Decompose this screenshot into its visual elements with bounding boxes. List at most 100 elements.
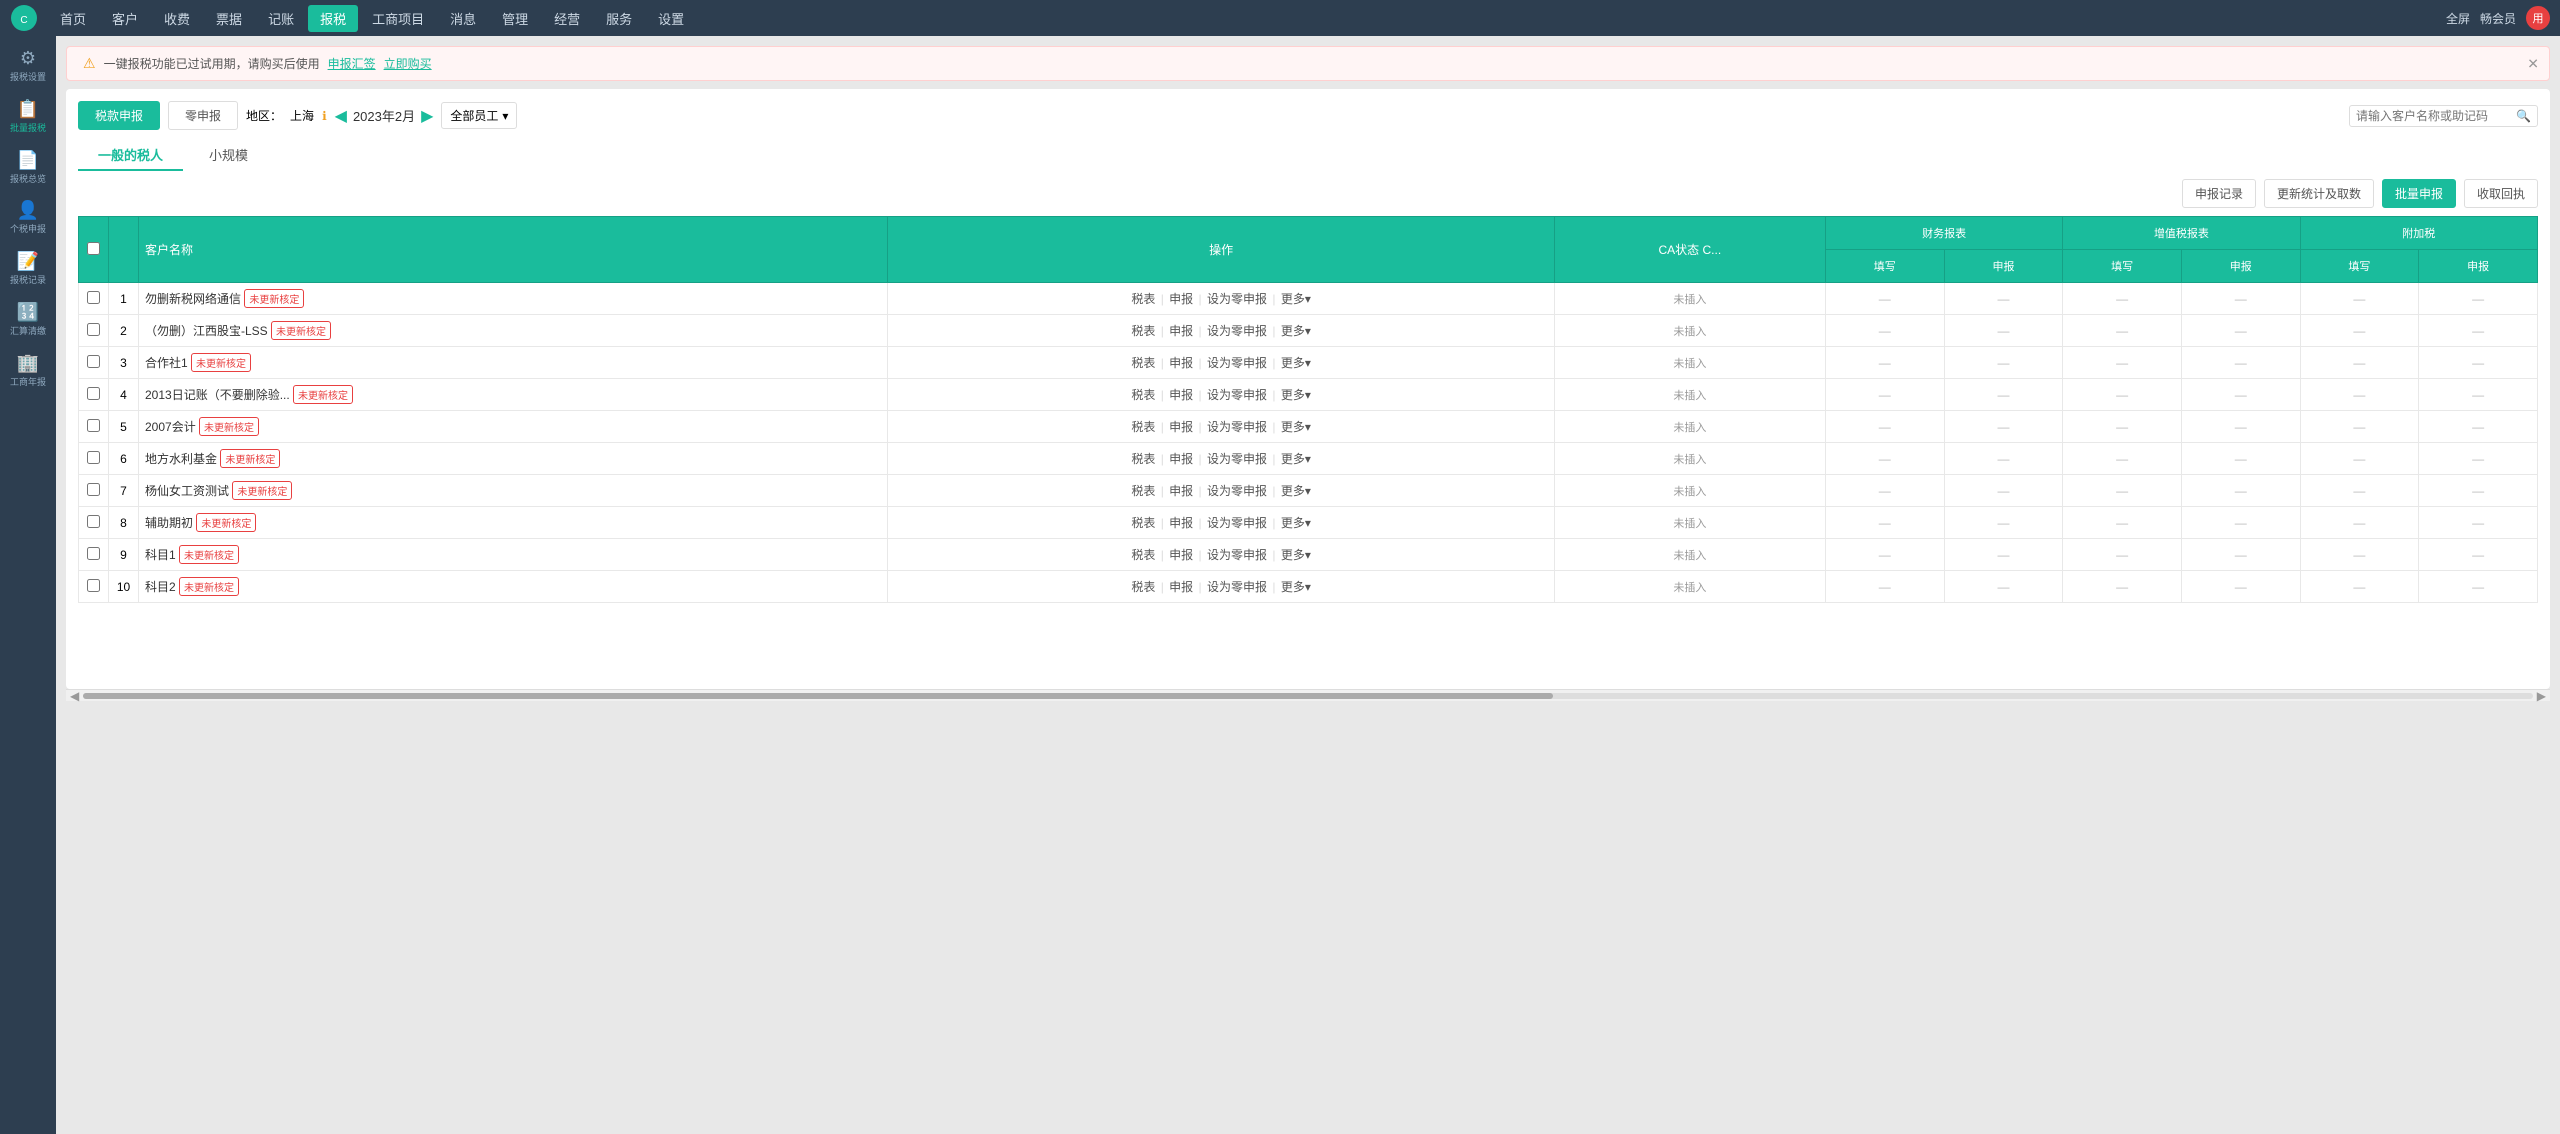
nav-message[interactable]: 消息 (438, 5, 488, 32)
search-input[interactable] (2356, 109, 2516, 123)
prev-month-button[interactable]: ◀ (335, 106, 347, 126)
nav-business[interactable]: 工商项目 (360, 5, 436, 32)
nav-tax[interactable]: 报税 (308, 5, 358, 32)
row-checkbox-2[interactable] (87, 355, 100, 368)
region-label: 地区： (246, 107, 282, 124)
nav-management[interactable]: 管理 (490, 5, 540, 32)
op-declare-7[interactable]: 申报 (1169, 516, 1193, 530)
op-more-6[interactable]: 更多▾ (1281, 484, 1311, 498)
op-more-0[interactable]: 更多▾ (1281, 292, 1311, 306)
nav-service[interactable]: 服务 (594, 5, 644, 32)
op-zero-5[interactable]: 设为零申报 (1207, 452, 1267, 466)
staff-selector[interactable]: 全部员工 ▾ (441, 102, 517, 129)
row-checkbox-0[interactable] (87, 291, 100, 304)
nav-invoice[interactable]: 票据 (204, 5, 254, 32)
scroll-left-icon[interactable]: ◀ (70, 689, 79, 703)
sign-link[interactable]: 申报汇签 (328, 55, 376, 72)
op-more-2[interactable]: 更多▾ (1281, 356, 1311, 370)
nav-billing[interactable]: 收费 (152, 5, 202, 32)
op-zero-9[interactable]: 设为零申报 (1207, 580, 1267, 594)
next-month-button[interactable]: ▶ (421, 106, 433, 126)
op-zero-3[interactable]: 设为零申报 (1207, 388, 1267, 402)
search-icon[interactable]: 🔍 (2516, 109, 2531, 123)
declaration-record-button[interactable]: 申报记录 (2182, 179, 2256, 208)
op-more-7[interactable]: 更多▾ (1281, 516, 1311, 530)
scroll-right-icon[interactable]: ▶ (2537, 689, 2546, 703)
op-tax-form-6[interactable]: 税表 (1131, 484, 1155, 498)
nav-settings[interactable]: 设置 (646, 5, 696, 32)
user-avatar[interactable]: 用 (2526, 6, 2550, 30)
row-checkbox-3[interactable] (87, 387, 100, 400)
nav-home[interactable]: 首页 (48, 5, 98, 32)
op-zero-7[interactable]: 设为零申报 (1207, 516, 1267, 530)
nav-client[interactable]: 客户 (100, 5, 150, 32)
nav-operation[interactable]: 经营 (542, 5, 592, 32)
op-declare-3[interactable]: 申报 (1169, 388, 1193, 402)
op-zero-4[interactable]: 设为零申报 (1207, 420, 1267, 434)
buy-link[interactable]: 立即购买 (384, 55, 432, 72)
op-zero-1[interactable]: 设为零申报 (1207, 324, 1267, 338)
op-more-9[interactable]: 更多▾ (1281, 580, 1311, 594)
row-checkbox-6[interactable] (87, 483, 100, 496)
op-more-4[interactable]: 更多▾ (1281, 420, 1311, 434)
retrieve-receipt-button[interactable]: 收取回执 (2464, 179, 2538, 208)
op-tax-form-7[interactable]: 税表 (1131, 516, 1155, 530)
op-zero-8[interactable]: 设为零申报 (1207, 548, 1267, 562)
row-col-7-0: — (1825, 507, 1944, 539)
scrollbar-thumb[interactable] (83, 693, 1553, 699)
sidebar-item-annual-settle[interactable]: 🔢 汇算清缴 (0, 294, 56, 345)
op-more-1[interactable]: 更多▾ (1281, 324, 1311, 338)
op-tax-form-3[interactable]: 税表 (1131, 388, 1155, 402)
row-checkbox-8[interactable] (87, 547, 100, 560)
row-checkbox-7[interactable] (87, 515, 100, 528)
personal-tax-icon: 👤 (17, 200, 39, 221)
op-declare-0[interactable]: 申报 (1169, 292, 1193, 306)
row-col-0-5: — (2419, 283, 2538, 315)
sidebar-item-batch-tax[interactable]: 📋 批量报税 (0, 91, 56, 142)
nav-accounting[interactable]: 记账 (256, 5, 306, 32)
sidebar-item-tax-record[interactable]: 📝 报税记录 (0, 243, 56, 294)
banner-close-button[interactable]: ✕ (2527, 55, 2539, 72)
table-body: 1 勿删新税网络通信 未更新核定 税表 | 申报 | 设为零申报 | 更多▾ 未… (79, 283, 2538, 603)
row-checkbox-1[interactable] (87, 323, 100, 336)
row-checkbox-4[interactable] (87, 419, 100, 432)
op-tax-form-5[interactable]: 税表 (1131, 452, 1155, 466)
row-checkbox-5[interactable] (87, 451, 100, 464)
update-stats-button[interactable]: 更新统计及取数 (2264, 179, 2374, 208)
op-tax-form-2[interactable]: 税表 (1131, 356, 1155, 370)
op-zero-2[interactable]: 设为零申报 (1207, 356, 1267, 370)
op-tax-form-4[interactable]: 税表 (1131, 420, 1155, 434)
horizontal-scrollbar[interactable]: ◀ ▶ (66, 689, 2550, 701)
op-declare-5[interactable]: 申报 (1169, 452, 1193, 466)
sidebar-item-personal-tax[interactable]: 👤 个税申报 (0, 192, 56, 243)
op-declare-9[interactable]: 申报 (1169, 580, 1193, 594)
batch-report-button[interactable]: 批量申报 (2382, 179, 2456, 208)
row-checkbox-9[interactable] (87, 579, 100, 592)
op-tax-form-0[interactable]: 税表 (1131, 292, 1155, 306)
op-more-5[interactable]: 更多▾ (1281, 452, 1311, 466)
select-all-checkbox[interactable] (87, 242, 100, 255)
sidebar-item-annual-report[interactable]: 🏢 工商年报 (0, 345, 56, 396)
sidebar-item-tax-settings[interactable]: ⚙ 报税设置 (0, 40, 56, 91)
op-declare-2[interactable]: 申报 (1169, 356, 1193, 370)
row-ca-status-4: 未插入 (1554, 411, 1825, 443)
fullscreen-button[interactable]: 全屏 (2446, 10, 2470, 27)
op-tax-form-9[interactable]: 税表 (1131, 580, 1155, 594)
sidebar-item-tax-overview[interactable]: 📄 报税总览 (0, 142, 56, 193)
op-more-8[interactable]: 更多▾ (1281, 548, 1311, 562)
op-declare-6[interactable]: 申报 (1169, 484, 1193, 498)
sub-tab-small[interactable]: 小规模 (189, 140, 268, 171)
op-declare-1[interactable]: 申报 (1169, 324, 1193, 338)
op-declare-4[interactable]: 申报 (1169, 420, 1193, 434)
op-declare-8[interactable]: 申报 (1169, 548, 1193, 562)
op-more-3[interactable]: 更多▾ (1281, 388, 1311, 402)
upgrade-button[interactable]: 畅会员 (2480, 10, 2516, 27)
op-zero-6[interactable]: 设为零申报 (1207, 484, 1267, 498)
row-col-3-5: — (2419, 379, 2538, 411)
tab-zero-declaration[interactable]: 零申报 (168, 101, 238, 130)
op-tax-form-8[interactable]: 税表 (1131, 548, 1155, 562)
sub-tab-general[interactable]: 一般的税人 (78, 140, 183, 171)
op-tax-form-1[interactable]: 税表 (1131, 324, 1155, 338)
op-zero-0[interactable]: 设为零申报 (1207, 292, 1267, 306)
tab-tax-declaration[interactable]: 税款申报 (78, 101, 160, 130)
